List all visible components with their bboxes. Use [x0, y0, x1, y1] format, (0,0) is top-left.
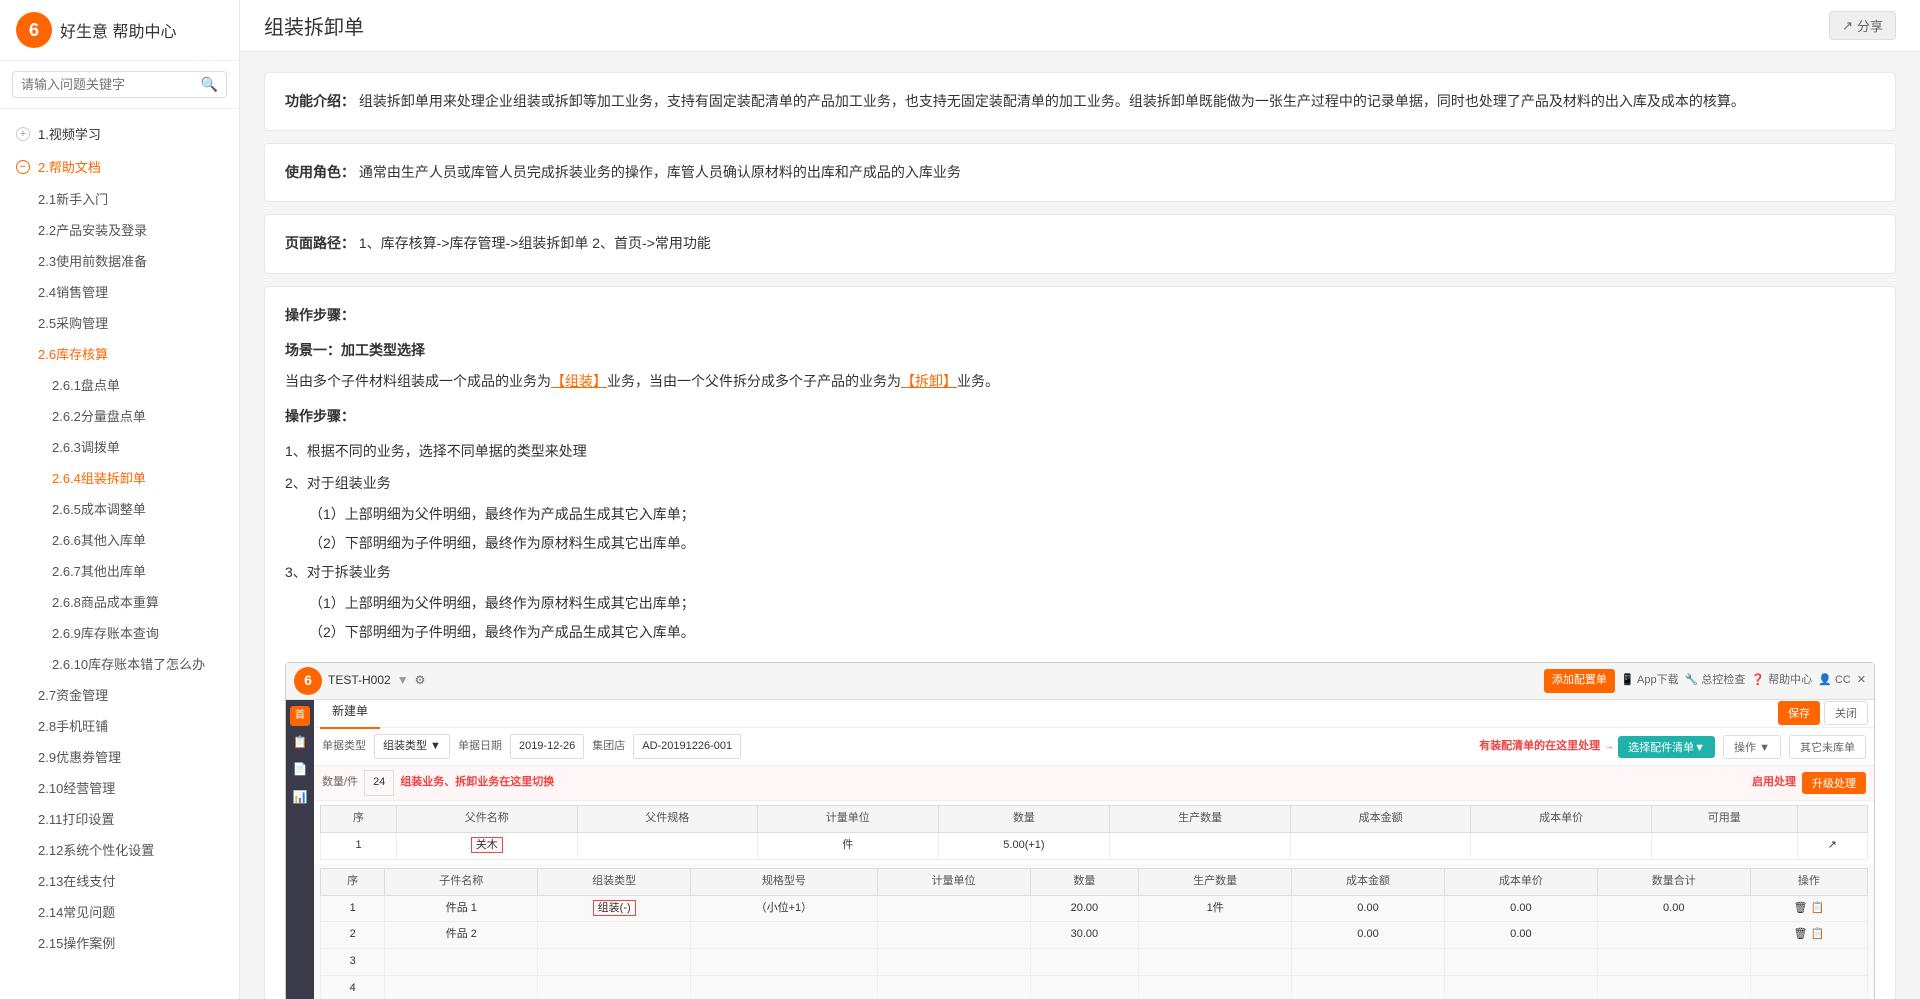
annotation-text-1: 有装配清单的在这里处理 [1479, 737, 1600, 757]
logo-icon: 6 [16, 12, 52, 48]
annotation-text-3: 启用处理 [1752, 773, 1796, 793]
sidebar-item-2-6-5[interactable]: 2.6.5成本调整单 [0, 493, 239, 524]
sidebar: 6 好生意 帮助中心 🔍 + 1.视频学习 − 2.帮助文档 2.1新手入门 2… [0, 0, 240, 999]
annotation-text-2: 组装业务、拆卸业务在这里切换 [400, 773, 554, 793]
mock-add-btn: 添加配置单 [1544, 669, 1615, 693]
sidebar-item-2-6-2[interactable]: 2.6.2分量盘点单 [0, 400, 239, 431]
sidebar-item-2-6-3[interactable]: 2.6.3调拨单 [0, 431, 239, 462]
mock-other-btn[interactable]: 其它未库单 [1789, 735, 1866, 759]
logo-text: 好生意 帮助中心 [60, 18, 176, 42]
share-button[interactable]: ↗ 分享 [1829, 11, 1896, 40]
sidebar-item-2-7[interactable]: 2.7资金管理 [0, 679, 239, 710]
search-icon[interactable]: 🔍 [201, 76, 218, 93]
sidebar-item-2[interactable]: − 2.帮助文档 [0, 150, 239, 183]
screenshot: 6 TEST-H002 ▼ ⚙ 添加配置单 📱 App下载 🔧 总控检查 ❓ 帮… [285, 662, 1875, 999]
sidebar-item-2-6-10[interactable]: 2.6.10库存账本错了怎么办 [0, 648, 239, 679]
sidebar-item-2-5[interactable]: 2.5采购管理 [0, 307, 239, 338]
scenario1-desc: 当由多个子件材料组装成一个成品的业务为【组装】业务，当由一个父件拆分成多个子产品… [285, 369, 1875, 394]
intro-text: 组装拆卸单用来处理企业组装或拆卸等加工业务，支持有固定装配清单的产品加工业务，也… [359, 93, 1745, 109]
sidebar-item-2-3[interactable]: 2.3使用前数据准备 [0, 245, 239, 276]
sidebar-item-2-15[interactable]: 2.15操作案例 [0, 927, 239, 958]
step1: 1、根据不同的业务，选择不同单据的类型来处理 [285, 439, 1875, 464]
sidebar-item-2-4[interactable]: 2.4销售管理 [0, 276, 239, 307]
search-area: 🔍 [0, 61, 239, 109]
scenario1-title: 场景一：加工类型选择 [285, 338, 1875, 363]
mock-assemble-btn[interactable]: 选择配件清单▼ [1618, 736, 1715, 758]
sidebar-item-2-6-6[interactable]: 2.6.6其他入库单 [0, 524, 239, 555]
sidebar-item-2-14[interactable]: 2.14常见问题 [0, 896, 239, 927]
step2-sub2: （2）下部明细为子件明细，最终作为原材料生成其它出库单。 [285, 531, 1875, 556]
sidebar-item-2-12[interactable]: 2.12系统个性化设置 [0, 834, 239, 865]
intro-block: 功能介绍： 组装拆卸单用来处理企业组装或拆卸等加工业务，支持有固定装配清单的产品… [264, 72, 1896, 131]
expand-icon-1: + [16, 127, 30, 141]
mock-table-top: 序父件名称父件规格计量单位数量生产数量成本金额成本单价可用量 1 关木 件5.0… [320, 805, 1868, 860]
role-label: 使用角色： [285, 164, 355, 180]
sidebar-item-2-6-1[interactable]: 2.6.1盘点单 [0, 369, 239, 400]
share-icon: ↗ [1842, 18, 1853, 34]
ops-block: 操作步骤： 场景一：加工类型选择 当由多个子件材料组装成一个成品的业务为【组装】… [264, 286, 1896, 999]
table-row: 1 关木 件5.00(+1)↗ [321, 833, 1868, 860]
main-content: 组装拆卸单 ↗ 分享 功能介绍： 组装拆卸单用来处理企业组装或拆卸等加工业务，支… [240, 0, 1920, 999]
mock-close-btn[interactable]: 关闭 [1824, 701, 1868, 725]
sidebar-item-2-11[interactable]: 2.11打印设置 [0, 803, 239, 834]
step2: 2、对于组装业务 [285, 471, 1875, 496]
mock-date: 2019-12-26 [510, 734, 584, 760]
mock-qty: 24 [364, 770, 394, 796]
content-area: 功能介绍： 组装拆卸单用来处理企业组装或拆卸等加工业务，支持有固定装配清单的产品… [240, 52, 1920, 999]
mock-assemble-no: AD-20191226-001 [633, 734, 741, 760]
step2-sub1: （1）上部明细为父件明细，最终作为产成品生成其它入库单； [285, 502, 1875, 527]
mock-window-title: TEST-H002 [328, 670, 391, 692]
path-label: 页面路径： [285, 235, 355, 251]
table-row: 4 [321, 976, 1868, 999]
sidebar-label-2: 2.帮助文档 [38, 157, 101, 176]
sidebar-label-1: 1.视频学习 [38, 124, 101, 143]
sidebar-item-2-2[interactable]: 2.2产品安装及登录 [0, 214, 239, 245]
sidebar-item-2-6-9[interactable]: 2.6.9库存账本查询 [0, 617, 239, 648]
intro-label: 功能介绍： [285, 93, 355, 109]
top-bar: 组装拆卸单 ↗ 分享 [240, 0, 1920, 52]
sidebar-item-2-6-8[interactable]: 2.6.8商品成本重算 [0, 586, 239, 617]
sidebar-item-2-10[interactable]: 2.10经营管理 [0, 772, 239, 803]
ops-steps-title: 操作步骤： [285, 404, 1875, 429]
sidebar-item-2-9[interactable]: 2.9优惠券管理 [0, 741, 239, 772]
mock-save-btn[interactable]: 保存 [1778, 701, 1820, 725]
role-block: 使用角色： 通常由生产人员或库管人员完成拆装业务的操作，库管人员确认原材料的出库… [264, 143, 1896, 202]
mock-action-btn[interactable]: 操作 ▼ [1723, 735, 1781, 759]
mock-table-bottom: 序子件名称组装类型规格型号计量单位数量生产数量成本金额成本单价数量合计操作 1 … [320, 868, 1868, 999]
logo-area: 6 好生意 帮助中心 [0, 0, 239, 61]
sidebar-item-1[interactable]: + 1.视频学习 [0, 117, 239, 150]
path-text: 1、库存核算->库存管理->组装拆卸单 2、首页->常用功能 [359, 235, 711, 251]
mock-enable-btn[interactable]: 升级处理 [1802, 772, 1866, 794]
sidebar-item-2-6-4[interactable]: 2.6.4组装拆卸单 [0, 462, 239, 493]
step3: 3、对于拆装业务 [285, 560, 1875, 585]
sidebar-item-2-1[interactable]: 2.1新手入门 [0, 183, 239, 214]
step3-sub1: （1）上部明细为父件明细，最终作为原材料生成其它出库单； [285, 591, 1875, 616]
sidebar-item-2-6[interactable]: 2.6库存核算 [0, 338, 239, 369]
ops-title: 操作步骤： [285, 303, 1875, 328]
sidebar-item-2-6-7[interactable]: 2.6.7其他出库单 [0, 555, 239, 586]
role-text: 通常由生产人员或库管人员完成拆装业务的操作，库管人员确认原材料的出库和产成品的入… [359, 164, 961, 180]
collapse-icon-2: − [16, 160, 30, 174]
mock-tab-new[interactable]: 新建单 [320, 697, 380, 729]
page-title: 组装拆卸单 [264, 11, 364, 40]
nav-tree: + 1.视频学习 − 2.帮助文档 2.1新手入门 2.2产品安装及登录 2.3… [0, 109, 239, 966]
table-row: 1 件品 1 组装(-) （小位+1）20.001件0.000.000.00🗑 … [321, 895, 1868, 922]
search-box: 🔍 [12, 71, 227, 98]
path-block: 页面路径： 1、库存核算->库存管理->组装拆卸单 2、首页->常用功能 [264, 214, 1896, 273]
search-input[interactable] [21, 77, 201, 92]
step3-sub2: （2）下部明细为子件明细，最终作为产成品生成其它入库单。 [285, 620, 1875, 645]
table-row: 3 [321, 949, 1868, 976]
sidebar-item-2-13[interactable]: 2.13在线支付 [0, 865, 239, 896]
table-row: 2件品 230.000.000.00🗑 📋 [321, 922, 1868, 949]
sidebar-item-2-8[interactable]: 2.8手机旺铺 [0, 710, 239, 741]
